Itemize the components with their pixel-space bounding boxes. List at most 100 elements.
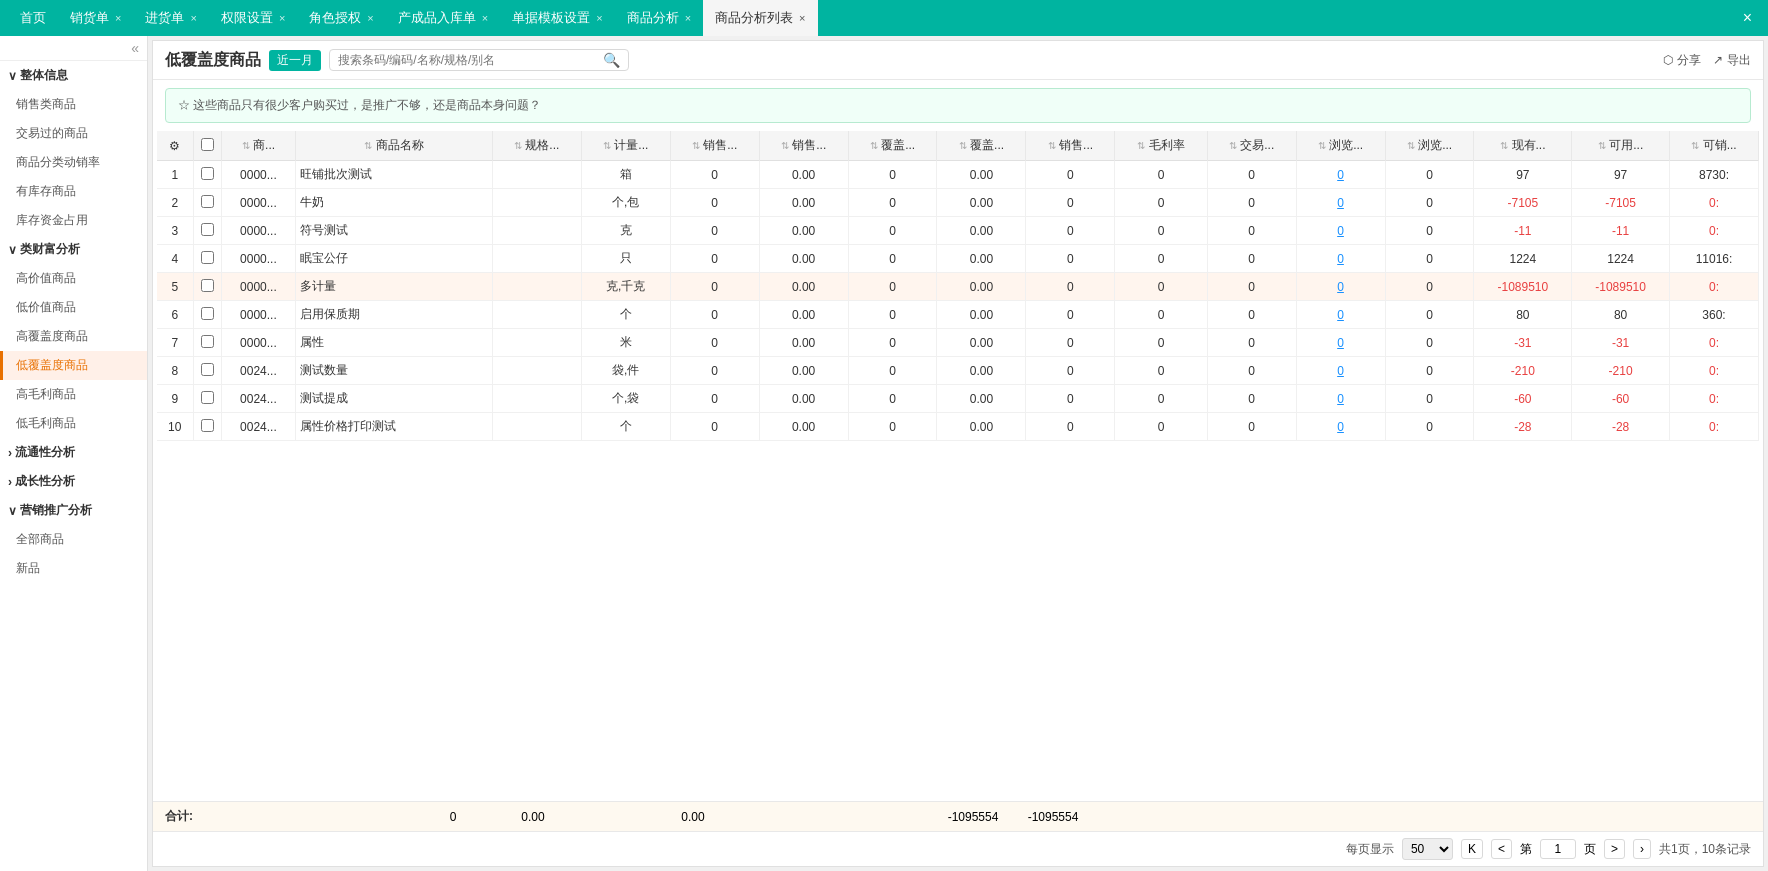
row-checkbox[interactable] <box>193 217 221 245</box>
export-button[interactable]: ↗ 导出 <box>1713 52 1751 69</box>
row-browse1[interactable]: 0 <box>1296 161 1385 189</box>
th-cover2[interactable]: ⇅ 覆盖... <box>937 131 1026 161</box>
sidebar-section-wealth[interactable]: ∨ 类财富分析 <box>0 235 147 264</box>
select-all-checkbox[interactable] <box>201 138 214 151</box>
row-checkbox[interactable] <box>193 357 221 385</box>
th-browse2[interactable]: ⇅ 浏览... <box>1385 131 1474 161</box>
next-page-button[interactable]: > <box>1604 839 1625 859</box>
sidebar-section-growth[interactable]: › 成长性分析 <box>0 467 147 496</box>
th-sales-amt[interactable]: ⇅ 销售... <box>759 131 848 161</box>
sidebar-section-overall[interactable]: ∨ 整体信息 <box>0 61 147 90</box>
th-name[interactable]: ⇅ 商品名称 <box>296 131 492 161</box>
row-select-checkbox[interactable] <box>201 223 214 236</box>
row-browse1[interactable]: 0 <box>1296 329 1385 357</box>
nav-sales-order[interactable]: 销货单 × <box>58 0 133 36</box>
row-checkbox[interactable] <box>193 413 221 441</box>
close-icon[interactable]: × <box>115 12 121 24</box>
nav-product-analysis[interactable]: 商品分析 × <box>615 0 703 36</box>
prev-page-button[interactable]: < <box>1491 839 1512 859</box>
row-select-checkbox[interactable] <box>201 195 214 208</box>
sidebar-section-circulation[interactable]: › 流通性分析 <box>0 438 147 467</box>
sidebar-item-high-value[interactable]: 高价值商品 <box>0 264 147 293</box>
row-browse1[interactable]: 0 <box>1296 189 1385 217</box>
nav-role-auth[interactable]: 角色授权 × <box>297 0 385 36</box>
row-browse1[interactable]: 0 <box>1296 217 1385 245</box>
sidebar-item-low-value[interactable]: 低价值商品 <box>0 293 147 322</box>
th-sales-qty[interactable]: ⇅ 销售... <box>670 131 759 161</box>
row-checkbox[interactable] <box>193 245 221 273</box>
row-checkbox[interactable] <box>193 385 221 413</box>
row-sellable: 0: <box>1669 189 1758 217</box>
sidebar-item-category-rate[interactable]: 商品分类动销率 <box>0 148 147 177</box>
row-select-checkbox[interactable] <box>201 335 214 348</box>
global-close-button[interactable]: × <box>1735 9 1760 27</box>
th-current[interactable]: ⇅ 现有... <box>1474 131 1572 161</box>
row-select-checkbox[interactable] <box>201 419 214 432</box>
search-input[interactable] <box>338 53 603 67</box>
th-unit[interactable]: ⇅ 计量... <box>581 131 670 161</box>
row-browse1[interactable]: 0 <box>1296 357 1385 385</box>
sidebar-item-all-goods[interactable]: 全部商品 <box>0 525 147 554</box>
nav-permissions[interactable]: 权限设置 × <box>209 0 297 36</box>
close-icon[interactable]: × <box>596 12 602 24</box>
sidebar-item-low-coverage[interactable]: 低覆盖度商品 <box>0 351 147 380</box>
first-page-button[interactable]: K <box>1461 839 1483 859</box>
row-cover1: 0 <box>848 245 937 273</box>
nav-home[interactable]: 首页 <box>8 0 58 36</box>
page-number-input[interactable] <box>1540 839 1576 859</box>
th-available[interactable]: ⇅ 可用... <box>1572 131 1670 161</box>
row-browse1[interactable]: 0 <box>1296 385 1385 413</box>
row-name: 眠宝公仔 <box>296 245 492 273</box>
row-browse1[interactable]: 0 <box>1296 301 1385 329</box>
sidebar-item-stock-capital[interactable]: 库存资金占用 <box>0 206 147 235</box>
settings-icon[interactable]: ⚙ <box>169 139 180 153</box>
sidebar-section-marketing[interactable]: ∨ 营销推广分析 <box>0 496 147 525</box>
sidebar-item-high-profit[interactable]: 高毛利商品 <box>0 380 147 409</box>
sidebar-collapse-button[interactable]: « <box>131 40 139 56</box>
row-select-checkbox[interactable] <box>201 307 214 320</box>
per-page-select[interactable]: 50 100 200 <box>1402 838 1453 860</box>
last-page-button[interactable]: › <box>1633 839 1651 859</box>
row-browse2: 0 <box>1385 161 1474 189</box>
close-icon[interactable]: × <box>685 12 691 24</box>
row-browse1[interactable]: 0 <box>1296 273 1385 301</box>
row-checkbox[interactable] <box>193 273 221 301</box>
th-code[interactable]: ⇅ 商... <box>221 131 296 161</box>
sidebar-item-new-goods[interactable]: 新品 <box>0 554 147 583</box>
th-sales2[interactable]: ⇅ 销售... <box>1026 131 1115 161</box>
row-browse1[interactable]: 0 <box>1296 245 1385 273</box>
row-select-checkbox[interactable] <box>201 279 214 292</box>
row-checkbox[interactable] <box>193 161 221 189</box>
nav-product-inbound[interactable]: 产成品入库单 × <box>386 0 500 36</box>
close-icon[interactable]: × <box>367 12 373 24</box>
sidebar-item-in-stock[interactable]: 有库存商品 <box>0 177 147 206</box>
th-sellable[interactable]: ⇅ 可销... <box>1669 131 1758 161</box>
th-spec[interactable]: ⇅ 规格... <box>492 131 581 161</box>
th-cover1[interactable]: ⇅ 覆盖... <box>848 131 937 161</box>
close-icon[interactable]: × <box>482 12 488 24</box>
sidebar-item-low-profit[interactable]: 低毛利商品 <box>0 409 147 438</box>
row-select-checkbox[interactable] <box>201 167 214 180</box>
row-select-checkbox[interactable] <box>201 391 214 404</box>
sidebar-item-sales-goods[interactable]: 销售类商品 <box>0 90 147 119</box>
table-container[interactable]: ⚙ ⇅ 商... ⇅ 商品名称 ⇅ 规格... ⇅ 计量... ⇅ 销售... … <box>157 131 1759 801</box>
row-select-checkbox[interactable] <box>201 251 214 264</box>
nav-product-analysis-list[interactable]: 商品分析列表 × <box>703 0 817 36</box>
sidebar-item-high-coverage[interactable]: 高覆盖度商品 <box>0 322 147 351</box>
row-select-checkbox[interactable] <box>201 363 214 376</box>
row-browse1[interactable]: 0 <box>1296 413 1385 441</box>
time-filter-button[interactable]: 近一月 <box>269 50 321 71</box>
sidebar-item-traded-goods[interactable]: 交易过的商品 <box>0 119 147 148</box>
row-checkbox[interactable] <box>193 189 221 217</box>
nav-template-settings[interactable]: 单据模板设置 × <box>500 0 614 36</box>
close-icon[interactable]: × <box>279 12 285 24</box>
close-icon[interactable]: × <box>190 12 196 24</box>
th-browse1[interactable]: ⇅ 浏览... <box>1296 131 1385 161</box>
row-checkbox[interactable] <box>193 301 221 329</box>
nav-purchase-order[interactable]: 进货单 × <box>133 0 208 36</box>
th-trade[interactable]: ⇅ 交易... <box>1207 131 1296 161</box>
share-button[interactable]: ⬡ 分享 <box>1663 52 1701 69</box>
th-gross-rate[interactable]: ⇅ 毛利率 <box>1115 131 1207 161</box>
close-icon[interactable]: × <box>799 12 805 24</box>
row-checkbox[interactable] <box>193 329 221 357</box>
